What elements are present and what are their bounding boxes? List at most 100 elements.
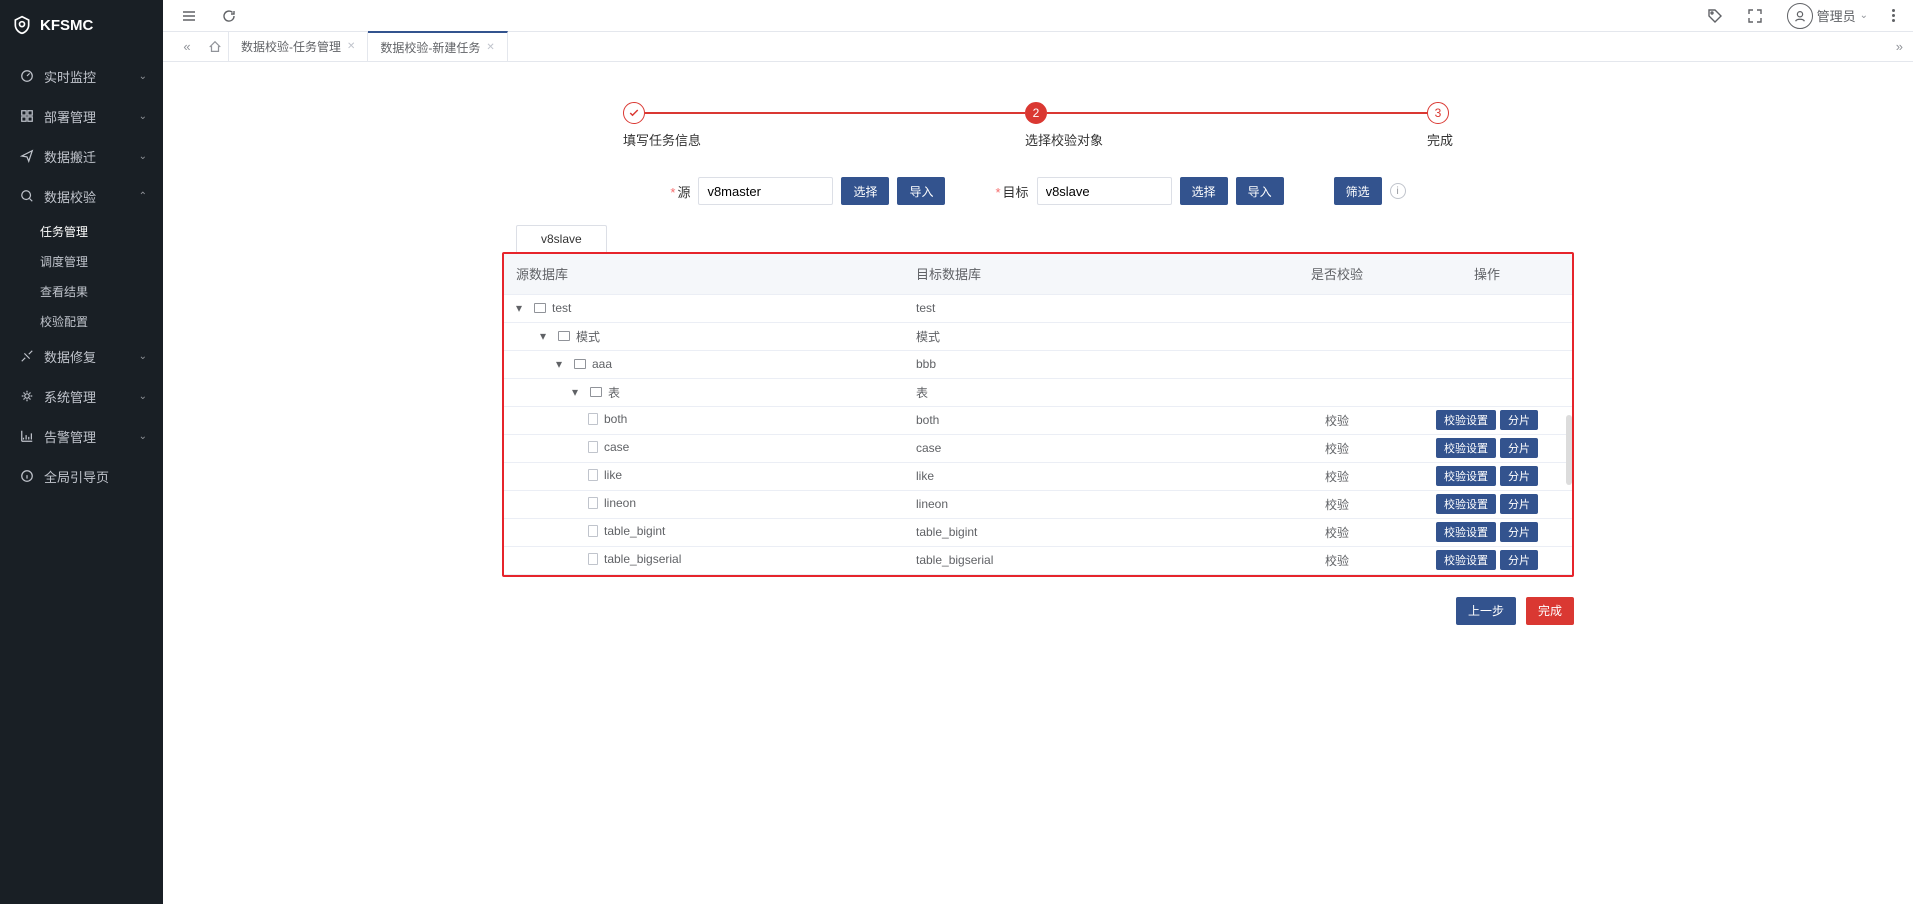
verify-settings-button[interactable]: 校验设置 xyxy=(1436,466,1496,486)
search-icon xyxy=(20,189,34,203)
step-2-title: 选择校验对象 xyxy=(1025,130,1103,149)
gear-icon xyxy=(20,389,34,403)
sub-item-task-manage[interactable]: 任务管理 xyxy=(0,216,163,246)
logo-icon xyxy=(12,15,32,35)
table-row: bothboth校验校验设置分片 xyxy=(504,406,1572,434)
target-db-name: bbb xyxy=(904,350,1272,378)
nav-item-repair[interactable]: 数据修复 ⌄ xyxy=(0,336,163,376)
sub-item-schedule[interactable]: 调度管理 xyxy=(0,246,163,276)
source-input[interactable] xyxy=(698,177,833,205)
source-db-name: 模式 xyxy=(576,328,600,345)
close-icon[interactable]: ✕ xyxy=(347,41,355,52)
source-import-button[interactable]: 导入 xyxy=(897,177,945,205)
shard-button[interactable]: 分片 xyxy=(1500,522,1538,542)
shard-button[interactable]: 分片 xyxy=(1500,466,1538,486)
nav-item-monitor[interactable]: 实时监控 ⌄ xyxy=(0,56,163,96)
row-actions: 校验设置分片 xyxy=(1402,462,1572,490)
verify-status: 校验 xyxy=(1272,546,1402,574)
table-row: likelike校验校验设置分片 xyxy=(504,462,1572,490)
folder-icon xyxy=(558,331,570,341)
shard-button[interactable]: 分片 xyxy=(1500,550,1538,570)
refresh-icon[interactable] xyxy=(221,8,237,24)
scrollbar[interactable] xyxy=(1566,415,1572,795)
datasource-tab[interactable]: v8slave xyxy=(516,225,607,252)
content: 填写任务信息 2 选择校验对象 3 完成 xyxy=(163,62,1913,904)
target-input[interactable] xyxy=(1037,177,1172,205)
sub-item-verify-config[interactable]: 校验配置 xyxy=(0,306,163,336)
nav-item-deploy[interactable]: 部署管理 ⌄ xyxy=(0,96,163,136)
source-db-name: table_bigserial xyxy=(604,552,681,566)
tab-label: 数据校验-新建任务 xyxy=(380,39,480,56)
target-import-button[interactable]: 导入 xyxy=(1236,177,1284,205)
tabs-more-icon[interactable]: » xyxy=(1896,32,1903,61)
row-actions xyxy=(1402,322,1572,350)
main: 管理员 ⌄ « 数据校验-任务管理 ✕ 数据校验-新建任务 ✕ » xyxy=(163,0,1913,904)
highlight-box: 源数据库 目标数据库 是否校验 操作 ▾testtest▾模式模式▾aaabbb… xyxy=(502,252,1574,577)
verify-status: 校验 xyxy=(1272,462,1402,490)
nav-label: 数据修复 xyxy=(44,347,96,366)
nav-item-system[interactable]: 系统管理 ⌄ xyxy=(0,376,163,416)
table-row: ▾testtest xyxy=(504,294,1572,322)
source-db-name: both xyxy=(604,412,627,426)
tab-task-manage[interactable]: 数据校验-任务管理 ✕ xyxy=(229,32,368,61)
footer-buttons: 上一步 完成 xyxy=(502,597,1574,625)
target-db-name: table_bigint xyxy=(904,518,1272,546)
verify-settings-button[interactable]: 校验设置 xyxy=(1436,522,1496,542)
shard-button[interactable]: 分片 xyxy=(1500,410,1538,430)
filter-button[interactable]: 筛选 xyxy=(1334,177,1382,205)
sub-label: 校验配置 xyxy=(40,313,88,330)
target-db-name: 表 xyxy=(904,378,1272,406)
target-db-name: 模式 xyxy=(904,322,1272,350)
table-row: table_biginttable_bigint校验校验设置分片 xyxy=(504,518,1572,546)
th-verify: 是否校验 xyxy=(1272,254,1402,294)
th-source: 源数据库 xyxy=(504,254,904,294)
source-group: *源 选择 导入 xyxy=(670,177,945,205)
info-icon[interactable]: i xyxy=(1390,183,1406,199)
nav-item-guide[interactable]: 全局引导页 xyxy=(0,456,163,496)
target-group: *目标 选择 导入 xyxy=(995,177,1283,205)
verify-settings-button[interactable]: 校验设置 xyxy=(1436,438,1496,458)
chevron-down-icon: ⌄ xyxy=(139,431,147,442)
menu-toggle-icon[interactable] xyxy=(181,8,197,24)
filter-group: 筛选 i xyxy=(1334,177,1406,205)
nav-item-verify[interactable]: 数据校验 ⌃ xyxy=(0,176,163,216)
user-menu[interactable]: 管理员 ⌄ xyxy=(1787,3,1868,29)
tree-toggle-icon[interactable]: ▾ xyxy=(556,357,568,371)
tab-new-task[interactable]: 数据校验-新建任务 ✕ xyxy=(368,31,507,61)
fullscreen-icon[interactable] xyxy=(1747,8,1763,24)
verify-settings-button[interactable]: 校验设置 xyxy=(1436,550,1496,570)
shard-button[interactable]: 分片 xyxy=(1500,494,1538,514)
th-target: 目标数据库 xyxy=(904,254,1272,294)
nav-item-alert[interactable]: 告警管理 ⌄ xyxy=(0,416,163,456)
row-actions xyxy=(1402,294,1572,322)
home-tab[interactable] xyxy=(201,32,229,61)
target-db-name: test xyxy=(904,294,1272,322)
chevron-down-icon: ⌄ xyxy=(139,351,147,362)
verify-settings-button[interactable]: 校验设置 xyxy=(1436,494,1496,514)
gauge-icon xyxy=(20,69,34,83)
step-line xyxy=(645,112,1025,114)
tree-toggle-icon[interactable]: ▾ xyxy=(572,385,584,399)
source-select-button[interactable]: 选择 xyxy=(841,177,889,205)
target-db-name: lineon xyxy=(904,490,1272,518)
more-icon[interactable] xyxy=(1892,9,1895,22)
sub-item-results[interactable]: 查看结果 xyxy=(0,276,163,306)
tree-toggle-icon[interactable]: ▾ xyxy=(540,329,552,343)
shard-button[interactable]: 分片 xyxy=(1500,438,1538,458)
verify-settings-button[interactable]: 校验设置 xyxy=(1436,410,1496,430)
tree-toggle-icon[interactable]: ▾ xyxy=(516,301,528,315)
close-icon[interactable]: ✕ xyxy=(486,42,494,53)
prev-button[interactable]: 上一步 xyxy=(1456,597,1516,625)
send-icon xyxy=(20,149,34,163)
source-db-name: aaa xyxy=(592,357,612,371)
avatar-icon xyxy=(1787,3,1813,29)
nav: 实时监控 ⌄ 部署管理 ⌄ 数据搬迁 ⌄ 数据校验 ⌃ 任务管理 调度管理 查看… xyxy=(0,50,163,904)
target-select-button[interactable]: 选择 xyxy=(1180,177,1228,205)
tag-icon[interactable] xyxy=(1707,8,1723,24)
row-actions: 校验设置分片 xyxy=(1402,406,1572,434)
mapping-table: 源数据库 目标数据库 是否校验 操作 ▾testtest▾模式模式▾aaabbb… xyxy=(504,254,1572,575)
nav-label: 部署管理 xyxy=(44,107,96,126)
file-icon xyxy=(588,525,598,537)
nav-item-migrate[interactable]: 数据搬迁 ⌄ xyxy=(0,136,163,176)
tabs-collapse-icon[interactable]: « xyxy=(173,32,201,61)
